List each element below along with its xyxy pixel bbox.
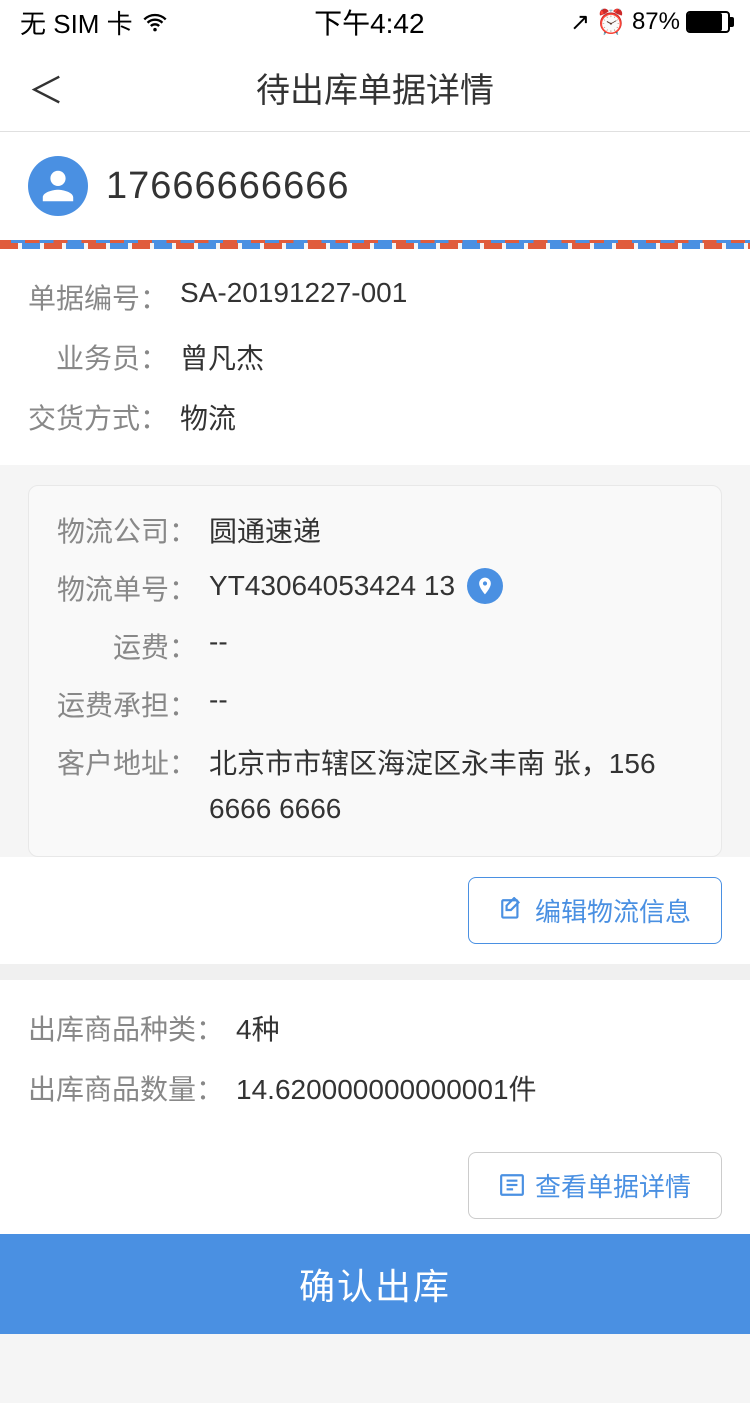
delivery-method-label: 交货方式： (28, 397, 168, 437)
freight-bearer-row: 运费承担： -- (57, 684, 693, 724)
doc-number-row: 单据编号： SA-20191227-001 (28, 277, 722, 317)
battery-icon (686, 11, 730, 33)
edit-logistics-button[interactable]: 编辑物流信息 (468, 877, 722, 944)
tracking-number-value: YT43064053424 13 (209, 568, 693, 604)
edit-logistics-btn-container: 编辑物流信息 (0, 857, 750, 964)
address-value: 北京市市辖区海淀区永丰南 张，156 6666 6666 (209, 742, 693, 832)
product-types-value: 4种 (236, 1008, 722, 1048)
product-types-label: 出库商品种类： (28, 1008, 224, 1048)
address-row: 客户地址： 北京市市辖区海淀区永丰南 张，156 6666 6666 (57, 742, 693, 832)
sales-person-row: 业务员： 曾凡杰 (28, 337, 722, 377)
view-details-button[interactable]: 查看单据详情 (468, 1152, 722, 1219)
wifi-icon (141, 12, 169, 32)
basic-info-section: 单据编号： SA-20191227-001 业务员： 曾凡杰 交货方式： 物流 (0, 249, 750, 465)
location-arrow-icon: ↗ (570, 8, 590, 37)
page-title: 待出库单据详情 (256, 63, 494, 112)
edit-logistics-label: 编辑物流信息 (535, 892, 691, 929)
logistics-card: 物流公司： 圆通速递 物流单号： YT43064053424 13 运费： --… (28, 485, 722, 857)
alarm-icon: ⏰ (596, 8, 626, 37)
freight-label: 运费： (57, 626, 197, 666)
product-info-section: 出库商品种类： 4种 出库商品数量： 14.620000000000001件 (0, 980, 750, 1136)
status-left: 无 SIM 卡 (20, 4, 169, 41)
view-details-label: 查看单据详情 (535, 1167, 691, 1204)
logistics-company-row: 物流公司： 圆通速递 (57, 510, 693, 550)
tracking-number-label: 物流单号： (57, 568, 197, 608)
avatar (28, 156, 88, 216)
edit-icon (499, 897, 525, 923)
freight-row: 运费： -- (57, 626, 693, 666)
confirm-button[interactable]: 确认出库 (299, 1258, 451, 1310)
user-header: 17666666666 (0, 132, 750, 243)
view-details-btn-container: 查看单据详情 (0, 1136, 750, 1243)
list-icon (499, 1172, 525, 1198)
map-pin-icon (475, 576, 495, 596)
address-label: 客户地址： (57, 742, 197, 782)
logistics-company-value: 圆通速递 (209, 510, 693, 550)
battery-percentage: 87% (632, 8, 680, 36)
sales-person-value: 曾凡杰 (180, 337, 722, 377)
delivery-method-row: 交货方式： 物流 (28, 397, 722, 437)
status-time: 下午4:42 (314, 2, 425, 42)
sales-person-label: 业务员： (28, 337, 168, 377)
carrier-text: 无 SIM 卡 (20, 4, 133, 41)
freight-bearer-label: 运费承担： (57, 684, 197, 724)
section-separator (0, 964, 750, 980)
delivery-method-value: 物流 (180, 397, 722, 437)
user-phone: 17666666666 (106, 165, 349, 208)
product-quantity-value: 14.620000000000001件 (236, 1068, 722, 1108)
user-icon (39, 167, 77, 205)
status-right: ↗ ⏰ 87% (570, 8, 730, 37)
track-location-icon[interactable] (467, 568, 503, 604)
nav-bar: ＜ 待出库单据详情 (0, 44, 750, 132)
freight-value: -- (209, 626, 693, 658)
status-bar: 无 SIM 卡 下午4:42 ↗ ⏰ 87% (0, 0, 750, 44)
logistics-company-label: 物流公司： (57, 510, 197, 550)
back-button[interactable]: ＜ (28, 62, 64, 114)
product-quantity-row: 出库商品数量： 14.620000000000001件 (28, 1068, 722, 1108)
doc-number-value: SA-20191227-001 (180, 277, 722, 309)
bottom-bar: 确认出库 (0, 1234, 750, 1334)
product-types-row: 出库商品种类： 4种 (28, 1008, 722, 1048)
doc-number-label: 单据编号： (28, 277, 168, 317)
freight-bearer-value: -- (209, 684, 693, 716)
tracking-number-row: 物流单号： YT43064053424 13 (57, 568, 693, 608)
product-quantity-label: 出库商品数量： (28, 1068, 224, 1108)
